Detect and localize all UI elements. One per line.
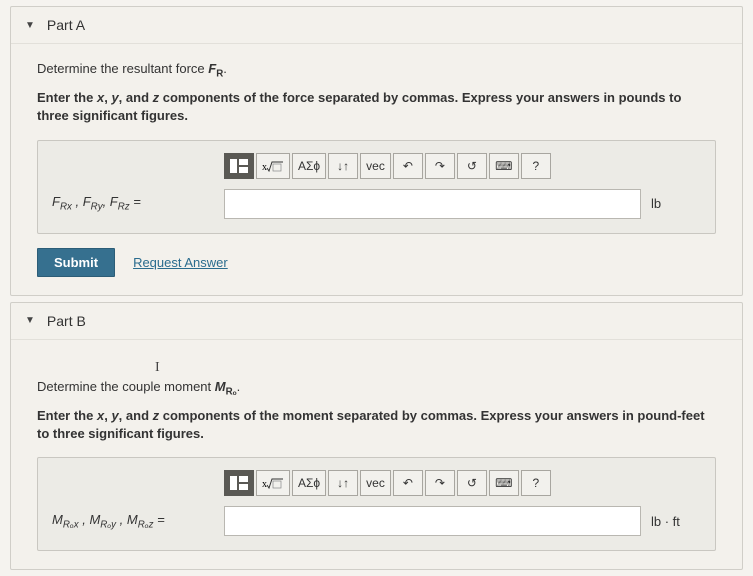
chevron-down-icon: ▼ bbox=[25, 20, 35, 31]
part-b-prompt-1: Determine the couple moment MRₒ. bbox=[37, 378, 716, 399]
sqrt-button[interactable]: x bbox=[256, 470, 290, 496]
part-b-lhs: MRₒx , MRₒy , MRₒz = bbox=[52, 512, 214, 531]
part-b-unit: lb · ft bbox=[651, 514, 701, 529]
reset-button[interactable]: ↺ bbox=[457, 153, 487, 179]
part-a-header[interactable]: ▼ Part A bbox=[11, 7, 742, 44]
submit-button[interactable]: Submit bbox=[37, 248, 115, 277]
part-b-answer-box: x ΑΣϕ ↓↑ vec ↶ ↷ ↺ ⌨ ? MRₒx , MRₒy , MRₒ… bbox=[37, 457, 716, 551]
greek-button[interactable]: ΑΣϕ bbox=[292, 153, 326, 179]
subsup-button[interactable]: ↓↑ bbox=[328, 153, 358, 179]
templates-button[interactable] bbox=[224, 153, 254, 179]
help-button[interactable]: ? bbox=[521, 470, 551, 496]
redo-button[interactable]: ↷ bbox=[425, 470, 455, 496]
part-b-header[interactable]: ▼ Part B bbox=[11, 303, 742, 340]
svg-text:x: x bbox=[262, 162, 267, 173]
part-a-submit-row: Submit Request Answer bbox=[37, 248, 716, 277]
svg-text:x: x bbox=[262, 479, 267, 490]
reset-button[interactable]: ↺ bbox=[457, 470, 487, 496]
greek-button[interactable]: ΑΣϕ bbox=[292, 470, 326, 496]
equation-toolbar-b: x ΑΣϕ ↓↑ vec ↶ ↷ ↺ ⌨ ? bbox=[224, 470, 701, 496]
part-a-lhs: FRx , FRy, FRz = bbox=[52, 194, 214, 213]
subsup-button[interactable]: ↓↑ bbox=[328, 470, 358, 496]
part-b-container: ▼ Part B I Determine the couple moment M… bbox=[10, 302, 743, 571]
part-a-title: Part A bbox=[47, 17, 85, 33]
part-b-body: I Determine the couple moment MRₒ. Enter… bbox=[11, 340, 742, 570]
undo-button[interactable]: ↶ bbox=[393, 470, 423, 496]
part-a-prompt-1: Determine the resultant force FR. bbox=[37, 60, 716, 81]
part-a-body: Determine the resultant force FR. Enter … bbox=[11, 44, 742, 295]
part-b-prompt-2: Enter the x, y, and z components of the … bbox=[37, 407, 716, 443]
text-cursor-icon: I bbox=[155, 360, 716, 376]
help-button[interactable]: ? bbox=[521, 153, 551, 179]
part-a-answer-input[interactable] bbox=[224, 189, 641, 219]
undo-button[interactable]: ↶ bbox=[393, 153, 423, 179]
request-answer-link[interactable]: Request Answer bbox=[133, 255, 228, 270]
part-a-container: ▼ Part A Determine the resultant force F… bbox=[10, 6, 743, 296]
vec-button[interactable]: vec bbox=[360, 470, 391, 496]
chevron-down-icon: ▼ bbox=[25, 315, 35, 326]
part-b-title: Part B bbox=[47, 313, 86, 329]
keyboard-button[interactable]: ⌨ bbox=[489, 153, 519, 179]
part-b-answer-input[interactable] bbox=[224, 506, 641, 536]
part-a-input-row: FRx , FRy, FRz = lb bbox=[52, 189, 701, 219]
vec-button[interactable]: vec bbox=[360, 153, 391, 179]
part-a-prompt-2: Enter the x, y, and z components of the … bbox=[37, 89, 716, 125]
sqrt-button[interactable]: x bbox=[256, 153, 290, 179]
keyboard-button[interactable]: ⌨ bbox=[489, 470, 519, 496]
redo-button[interactable]: ↷ bbox=[425, 153, 455, 179]
part-b-input-row: MRₒx , MRₒy , MRₒz = lb · ft bbox=[52, 506, 701, 536]
equation-toolbar-a: x ΑΣϕ ↓↑ vec ↶ ↷ ↺ ⌨ ? bbox=[224, 153, 701, 179]
part-a-answer-box: x ΑΣϕ ↓↑ vec ↶ ↷ ↺ ⌨ ? FRx , FRy, FRz = … bbox=[37, 140, 716, 234]
templates-button[interactable] bbox=[224, 470, 254, 496]
part-a-unit: lb bbox=[651, 196, 701, 211]
